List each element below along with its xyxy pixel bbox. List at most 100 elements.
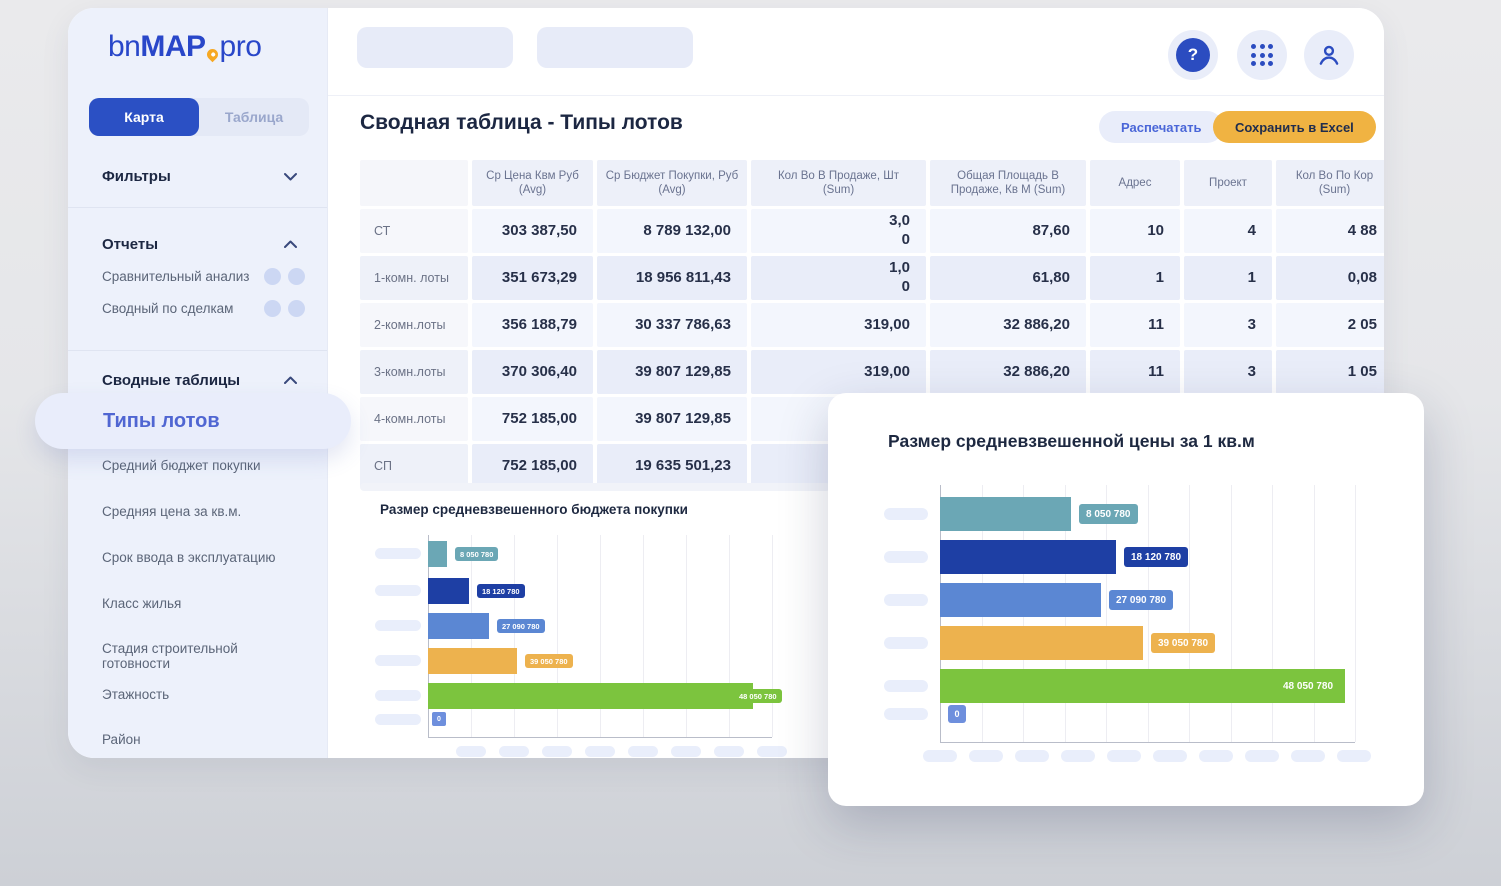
- axis-label-redacted: [1337, 750, 1371, 762]
- column-header: Проект: [1184, 160, 1272, 206]
- axis-label-redacted: [884, 594, 928, 606]
- axis-label-redacted: [1107, 750, 1141, 762]
- topbar: ?: [328, 8, 1384, 96]
- axis-label-redacted: [456, 746, 486, 757]
- sidebar-item-commissioning[interactable]: Срок ввода в эксплуатацию: [102, 550, 305, 565]
- column-header: Кол Во По Кор(Sum): [1276, 160, 1384, 206]
- print-button[interactable]: Распечатать: [1099, 111, 1223, 143]
- report-dots-icon: [264, 268, 305, 285]
- axis-label-redacted: [1291, 750, 1325, 762]
- axis-label-redacted: [375, 655, 421, 666]
- axis-label-redacted: [375, 548, 421, 559]
- axis-label-redacted: [375, 690, 421, 701]
- divider: [68, 350, 327, 351]
- topnav-item-placeholder[interactable]: [537, 27, 693, 68]
- topnav-item-placeholder[interactable]: [357, 27, 513, 68]
- apps-grid-button[interactable]: [1237, 30, 1287, 80]
- table-row: 3-комн.лоты 370 306,40 39 807 129,85 319…: [360, 350, 1384, 394]
- bar-value-label: 39 050 780: [525, 654, 573, 668]
- budget-chart: Размер средневзвешенного бюджета покупки: [328, 496, 798, 758]
- sidebar-item-avg-price-sqm[interactable]: Средняя цена за кв.м.: [102, 504, 305, 519]
- sidebar-item-avg-budget[interactable]: Средний бюджет покупки: [102, 458, 305, 473]
- axis-label-redacted: [757, 746, 787, 757]
- axis-label-redacted: [628, 746, 658, 757]
- page-background: bnMAP pro Карта Таблица Фильтры Отчеты Ср…: [0, 0, 1501, 886]
- axis-label-redacted: [375, 620, 421, 631]
- user-profile-button[interactable]: [1304, 30, 1354, 80]
- save-excel-button[interactable]: Сохранить в Excel: [1213, 111, 1376, 143]
- axis-label-redacted: [1199, 750, 1233, 762]
- report-dots-icon: [264, 300, 305, 317]
- table-row: СТ 303 387,50 8 789 132,00 3,0 0 87,60 1…: [360, 209, 1384, 253]
- axis-label-redacted: [923, 750, 957, 762]
- pivot-tables-header[interactable]: Сводные таблицы: [102, 372, 297, 389]
- axis-label-redacted: [714, 746, 744, 757]
- axis-label-redacted: [884, 637, 928, 649]
- chart-bar: [428, 541, 447, 567]
- chart-title: Размер средневзвешенного бюджета покупки: [380, 502, 688, 517]
- sidebar: bnMAP pro Карта Таблица Фильтры Отчеты Ср…: [68, 8, 328, 758]
- axis-label-redacted: [1153, 750, 1187, 762]
- axis-label-redacted: [884, 708, 928, 720]
- reports-header[interactable]: Отчеты: [102, 236, 297, 253]
- sidebar-item-housing-class[interactable]: Класс жилья: [102, 596, 305, 611]
- column-header: Адрес: [1090, 160, 1180, 206]
- table-row: 2-комн.лоты 356 188,79 30 337 786,63 319…: [360, 303, 1384, 347]
- sidebar-item-floors[interactable]: Этажность: [102, 687, 305, 702]
- column-header: Ср Бюджет Покупки, Руб(Avg): [597, 160, 747, 206]
- chart-bar: [428, 683, 753, 709]
- tab-map[interactable]: Карта: [89, 98, 199, 136]
- axis-label-redacted: [1061, 750, 1095, 762]
- logo-text-bn: bn: [108, 30, 140, 63]
- column-header: Кол Во В Продаже, Шт(Sum): [751, 160, 926, 206]
- chart-bar: [940, 626, 1143, 660]
- sidebar-item-construction-stage[interactable]: Стадия строительной готовности: [102, 641, 305, 671]
- axis-label-redacted: [542, 746, 572, 757]
- help-icon: ?: [1176, 38, 1210, 72]
- bar-value-label: 48 050 780: [1276, 676, 1340, 696]
- chart-bar: [428, 613, 489, 639]
- axis-label-redacted: [499, 746, 529, 757]
- chart-bar: 0: [432, 712, 446, 726]
- bar-value-label: 39 050 780: [1151, 633, 1215, 653]
- sidebar-item-comparative-analysis[interactable]: Сравнительный анализ: [102, 268, 305, 285]
- axis-label-redacted: [969, 750, 1003, 762]
- table-row: 1-комн. лоты 351 673,29 18 956 811,43 1,…: [360, 256, 1384, 300]
- map-pin-icon: [204, 47, 220, 63]
- chart-bar: [940, 540, 1116, 574]
- bar-value-label: 18 120 780: [1124, 547, 1188, 567]
- sidebar-item-deals-summary[interactable]: Сводный по сделкам: [102, 300, 305, 317]
- axis-label-redacted: [375, 585, 421, 596]
- logo-text-map: MAP: [140, 30, 205, 63]
- apps-grid-icon: [1251, 44, 1273, 66]
- column-header: Общая Площадь В Продаже, Кв М (Sum): [930, 160, 1086, 206]
- page-title: Сводная таблица - Типы лотов: [360, 111, 683, 135]
- logo-text-pro: pro: [220, 30, 262, 63]
- chevron-up-icon: [284, 240, 297, 249]
- axis-label-redacted: [884, 680, 928, 692]
- sidebar-item-lot-types-active[interactable]: Типы лотов: [35, 393, 351, 449]
- filters-header[interactable]: Фильтры: [102, 168, 297, 185]
- axis-label-redacted: [1015, 750, 1049, 762]
- user-icon: [1316, 42, 1342, 68]
- tab-table[interactable]: Таблица: [199, 98, 309, 136]
- bar-value-label: 27 090 780: [1109, 590, 1173, 610]
- chart-bar: [428, 578, 469, 604]
- chart-bar: [940, 497, 1071, 531]
- bar-value-label: 48 050 780: [734, 689, 782, 703]
- axis-label-redacted: [884, 508, 928, 520]
- app-logo: bnMAP pro: [108, 30, 261, 64]
- chevron-down-icon: [284, 172, 297, 181]
- horizontal-scrollbar[interactable]: [360, 483, 830, 491]
- bar-value-label: 8 050 780: [1079, 504, 1138, 524]
- column-header: [360, 160, 468, 206]
- axis-label-redacted: [375, 714, 421, 725]
- bar-value-label: 27 090 780: [497, 619, 545, 633]
- x-axis-line: [428, 737, 772, 738]
- chart-bar: [428, 648, 517, 674]
- chart-bar: [940, 583, 1101, 617]
- bar-value-label: 18 120 780: [477, 584, 525, 598]
- sidebar-item-district[interactable]: Район: [102, 732, 305, 747]
- axis-label-redacted: [1245, 750, 1279, 762]
- help-button[interactable]: ?: [1168, 30, 1218, 80]
